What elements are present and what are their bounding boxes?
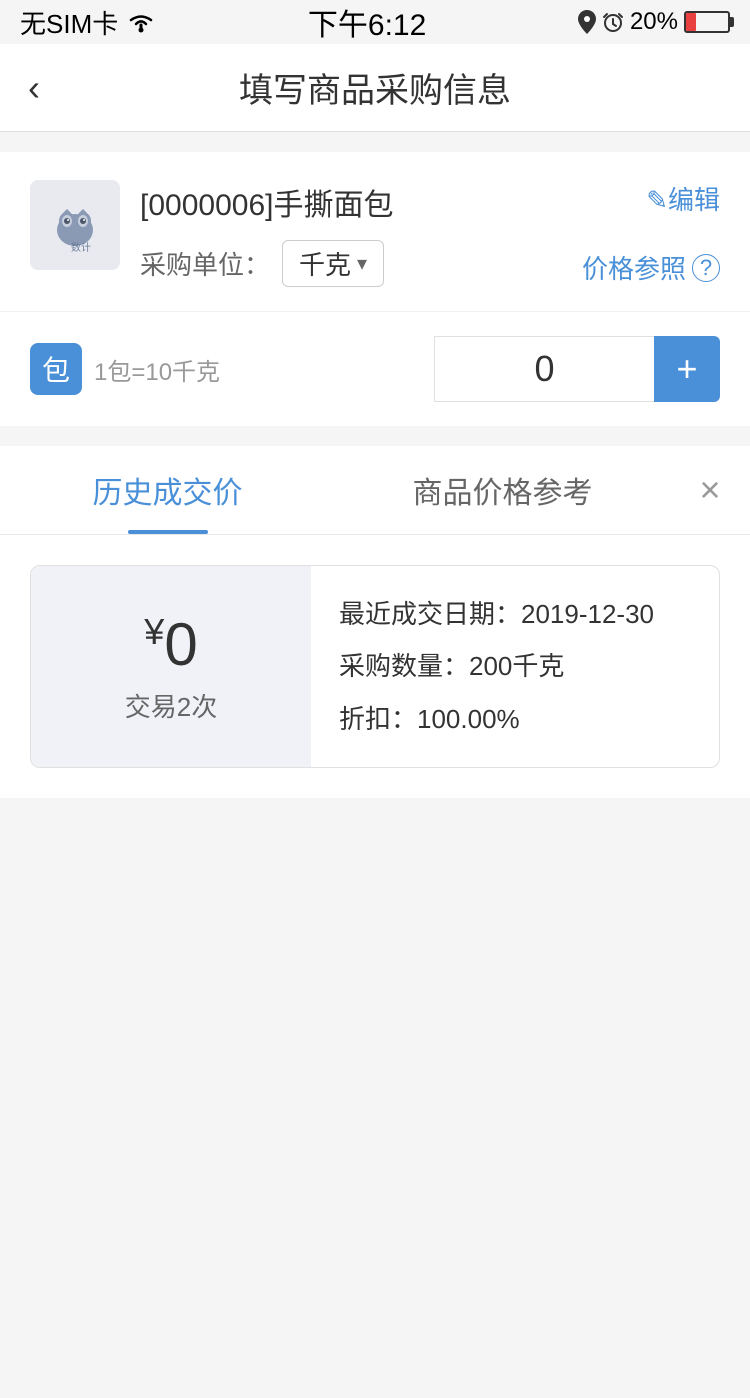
product-actions: ✎编辑 价格参照 ? [582,180,720,286]
location-icon [578,10,596,34]
card-price-value: ¥0 [144,610,197,679]
product-info: [0000006]手撕面包 采购单位： 千克 ▾ [140,180,393,287]
quantity-unit-info: 包 1包=10千克 [30,343,220,395]
product-thumbnail: 数计 [30,180,120,270]
main-content-area [0,798,750,1398]
unit-value: 千克 [299,245,351,282]
recent-date-value: 2019-12-30 [521,599,654,629]
unit-select[interactable]: 千克 ▾ [282,240,384,287]
discount-row: 折扣：100.00% [339,701,691,737]
quantity-control: + [434,336,720,402]
discount-value: 100.00% [417,704,520,734]
product-card: 数计 [0000006]手撕面包 采购单位： 千克 ▾ ✎编辑 价格参照 ? [0,152,750,311]
battery-percent: 20% [630,8,678,36]
quantity-section: 包 1包=10千克 + [0,311,750,426]
purchase-qty-label: 采购数量： [339,651,469,681]
history-card: ¥0 交易2次 最近成交日期：2019-12-30 采购数量：200千克 折扣：… [30,565,720,768]
recent-date-label: 最近成交日期： [339,599,521,629]
owl-logo-icon: 数计 [45,195,105,255]
plus-button[interactable]: + [654,336,720,402]
back-button[interactable]: ‹ [28,67,40,109]
discount-label: 折扣： [339,704,417,734]
help-icon: ? [692,254,720,282]
card-details-section: 最近成交日期：2019-12-30 采购数量：200千克 折扣：100.00% [311,566,719,767]
price-reference-button[interactable]: 价格参照 ? [582,249,720,286]
nav-bar: ‹ 填写商品采购信息 [0,44,750,132]
no-sim-text: 无SIM卡 [20,4,118,41]
chevron-down-icon: ▾ [357,251,367,276]
recent-date-row: 最近成交日期：2019-12-30 [339,596,691,632]
svg-text:数计: 数计 [71,241,91,254]
tab-close-button[interactable]: × [670,446,750,534]
battery-icon [684,11,730,33]
tab-history-price[interactable]: 历史成交价 [0,446,335,534]
currency-symbol: ¥ [144,611,164,652]
edit-button[interactable]: ✎编辑 [646,180,720,217]
purchase-qty-value: 200千克 [469,651,564,681]
tabs-section: 历史成交价 商品价格参考 × ¥0 交易2次 最近成交日期：2019-12-30… [0,446,750,798]
alarm-icon [602,11,624,33]
quantity-input[interactable] [434,336,654,402]
tabs-header: 历史成交价 商品价格参考 × [0,446,750,535]
unit-box: 包 [30,343,82,395]
history-content: ¥0 交易2次 最近成交日期：2019-12-30 采购数量：200千克 折扣：… [0,535,750,798]
status-icons: 20% [578,8,730,36]
purchase-qty-row: 采购数量：200千克 [339,648,691,684]
product-name: [0000006]手撕面包 [140,180,393,224]
wifi-icon [126,11,156,33]
card-trades-count: 交易2次 [125,687,217,724]
card-price-section: ¥0 交易2次 [31,566,311,767]
unit-conversion: 1包=10千克 [94,352,220,387]
unit-label: 采购单位： [140,245,270,282]
tab-product-price-ref[interactable]: 商品价格参考 [335,446,670,534]
status-time: 下午6:12 [308,0,426,44]
status-carrier: 无SIM卡 [20,4,156,41]
status-bar: 无SIM卡 下午6:12 20% [0,0,750,44]
page-title: 填写商品采购信息 [239,63,511,112]
price-ref-label: 价格参照 [582,249,686,286]
